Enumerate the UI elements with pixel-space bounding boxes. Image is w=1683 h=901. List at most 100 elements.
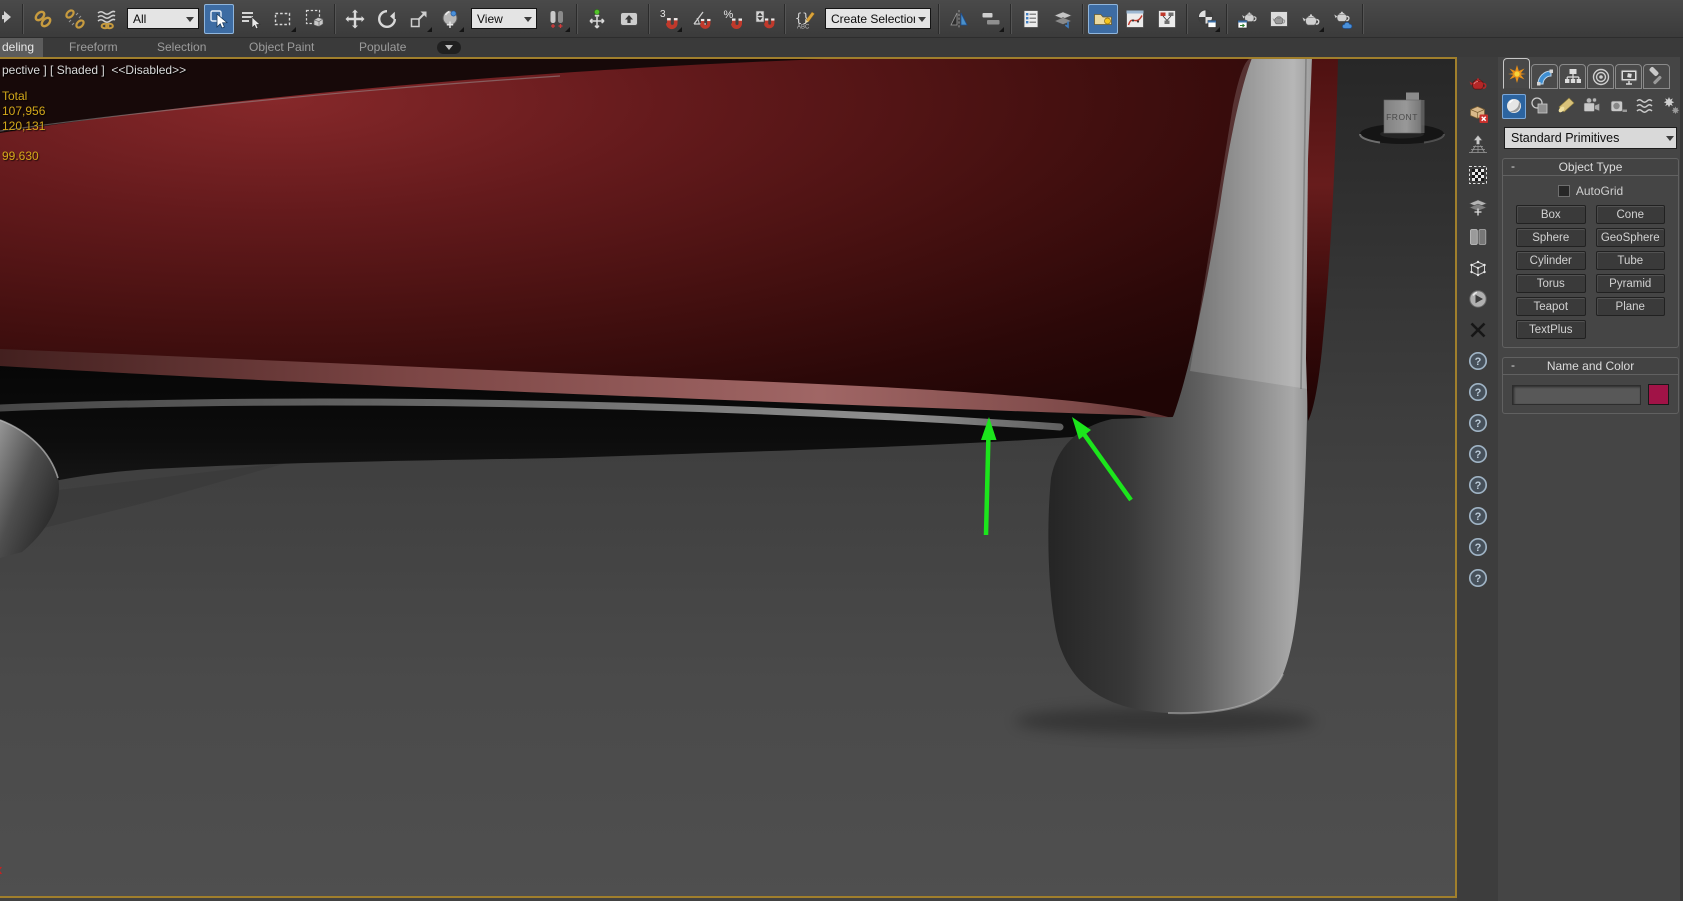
render-iterative-button[interactable] <box>1296 4 1326 34</box>
panel-tab-utilities[interactable] <box>1643 64 1670 89</box>
panel-tab-modify[interactable] <box>1531 64 1558 89</box>
object-type-button-geosphere[interactable]: GeoSphere <box>1595 228 1665 247</box>
percent-snap-button[interactable]: % <box>718 4 748 34</box>
object-color-swatch[interactable] <box>1648 384 1669 405</box>
panel-tab-hierarchy[interactable] <box>1559 64 1586 89</box>
object-type-button-sphere[interactable]: Sphere <box>1516 228 1586 247</box>
checker-region-icon[interactable] <box>1465 162 1491 188</box>
svg-text:ABC: ABC <box>797 24 810 30</box>
subtab-shapes[interactable] <box>1528 94 1552 119</box>
select-and-place-button[interactable] <box>436 4 466 34</box>
ribbon-minimize-button[interactable] <box>437 41 461 54</box>
object-type-button-cone[interactable]: Cone <box>1595 205 1665 224</box>
rendered-frame-window-button[interactable] <box>1232 4 1262 34</box>
select-and-rotate-button[interactable] <box>372 4 402 34</box>
object-type-button-tube[interactable]: Tube <box>1595 251 1665 270</box>
teapot-red-icon[interactable] <box>1465 69 1491 95</box>
help-icon[interactable]: ? <box>1465 348 1491 374</box>
autogrid-checkbox[interactable] <box>1557 185 1570 197</box>
toggle-scene-explorer-button[interactable] <box>1016 4 1046 34</box>
help-icon[interactable]: ? <box>1465 565 1491 591</box>
ribbon-tab-deling[interactable]: deling <box>0 38 44 57</box>
help-icon[interactable]: ? <box>1465 379 1491 405</box>
toggle-ribbon-button[interactable] <box>1088 3 1118 34</box>
keyboard-shortcut-override-button[interactable] <box>614 4 644 34</box>
object-type-button-teapot[interactable]: Teapot <box>1516 297 1586 316</box>
ribbon-tab-populate[interactable]: Populate <box>352 38 413 57</box>
ribbon-tab-object-paint[interactable]: Object Paint <box>242 38 321 57</box>
named-selection-sets-dropdown[interactable]: Create Selection Se <box>825 8 931 29</box>
layers-move-icon[interactable] <box>1465 193 1491 219</box>
rollout-name-color-header[interactable]: - Name and Color <box>1503 358 1678 375</box>
subtab-helpers[interactable] <box>1607 94 1631 119</box>
object-type-button-torus[interactable]: Torus <box>1516 274 1586 293</box>
select-and-link-button[interactable] <box>28 4 58 34</box>
help-icon[interactable]: ? <box>1465 441 1491 467</box>
unlink-selection-button[interactable] <box>60 4 90 34</box>
pivot-center-icon <box>550 10 563 28</box>
toolbar-separator <box>1362 3 1364 34</box>
reference-coordinate-system-dropdown[interactable]: View <box>471 8 537 29</box>
play-icon[interactable] <box>1465 286 1491 312</box>
named-selection-sets-dropdown-value: Create Selection Se <box>831 11 915 26</box>
render-setup-button[interactable] <box>1192 4 1222 34</box>
subtab-cameras[interactable] <box>1580 94 1604 119</box>
box-delete-icon[interactable] <box>1465 100 1491 126</box>
select-object-button[interactable] <box>204 3 234 34</box>
category-dropdown[interactable]: Standard Primitives <box>1504 127 1677 149</box>
object-name-input[interactable] <box>1512 384 1641 405</box>
toolbar-separator <box>784 3 786 34</box>
viewport-canvas[interactable]: FRONT <box>0 59 1455 897</box>
select-and-move-button[interactable] <box>340 4 370 34</box>
snap-percent-icon: % <box>724 9 742 29</box>
window-crossing-toggle[interactable] <box>300 4 330 34</box>
render-production-button[interactable] <box>1264 4 1294 34</box>
bind-to-space-warp-button[interactable] <box>92 4 122 34</box>
redo-icon[interactable] <box>1 4 18 34</box>
selection-filter-dropdown[interactable]: All <box>127 8 199 29</box>
help-icon[interactable]: ? <box>1465 472 1491 498</box>
curve-editor-button[interactable] <box>1120 4 1150 34</box>
edit-named-selection-sets-button[interactable]: {} ABC <box>790 4 820 34</box>
kbd-override-icon <box>620 11 638 26</box>
select-link-icon <box>34 10 52 27</box>
help-icon[interactable]: ? <box>1465 534 1491 560</box>
select-and-manipulate-button[interactable] <box>582 4 612 34</box>
rectangular-selection-region-button[interactable] <box>268 4 298 34</box>
object-type-button-cylinder[interactable]: Cylinder <box>1516 251 1586 270</box>
panel-tab-display[interactable] <box>1615 64 1642 89</box>
use-pivot-point-center-button[interactable] <box>542 4 572 34</box>
subtab-lights[interactable] <box>1554 94 1578 119</box>
display-icon <box>1620 69 1637 85</box>
toggle-layer-explorer-button[interactable] <box>1048 4 1078 34</box>
object-type-button-textplus[interactable]: TextPlus <box>1516 320 1586 339</box>
angle-snap-button[interactable] <box>686 4 716 34</box>
object-type-button-box[interactable]: Box <box>1516 205 1586 224</box>
object-type-button-plane[interactable]: Plane <box>1595 297 1665 316</box>
spinner-snap-button[interactable] <box>750 4 780 34</box>
schematic-view-button[interactable] <box>1152 4 1182 34</box>
subtab-geometry[interactable] <box>1502 93 1527 119</box>
align-button[interactable] <box>976 4 1006 34</box>
split-panels-icon[interactable] <box>1465 224 1491 250</box>
panel-tab-create[interactable] <box>1503 58 1530 89</box>
panel-tab-motion[interactable] <box>1587 64 1614 89</box>
select-and-scale-button[interactable] <box>404 4 434 34</box>
grid-arrow-icon[interactable] <box>1465 131 1491 157</box>
utilities-icon <box>1649 66 1662 84</box>
viewport-label[interactable]: pective ] [ Shaded ] <<Disabled>> <box>2 63 186 77</box>
help-icon[interactable]: ? <box>1465 410 1491 436</box>
ribbon-tab-selection[interactable]: Selection <box>150 38 213 57</box>
viewport-perspective[interactable]: FRONT pective ] [ Shaded ] <<Disabled>> … <box>0 57 1457 898</box>
render-in-cloud-button[interactable] <box>1328 4 1358 34</box>
mirror-button[interactable] <box>944 4 974 34</box>
ribbon-tab-freeform[interactable]: Freeform <box>62 38 125 57</box>
help-icon[interactable]: ? <box>1465 503 1491 529</box>
subtab-space-warps[interactable] <box>1633 94 1657 119</box>
select-by-name-button[interactable] <box>236 4 266 34</box>
close-x-icon[interactable] <box>1465 317 1491 343</box>
snaps-toggle-3d-button[interactable]: 3 <box>654 4 684 34</box>
object-type-button-pyramid[interactable]: Pyramid <box>1595 274 1665 293</box>
rollout-object-type-header[interactable]: - Object Type <box>1503 159 1678 176</box>
wireframe-cube-icon[interactable] <box>1465 255 1491 281</box>
